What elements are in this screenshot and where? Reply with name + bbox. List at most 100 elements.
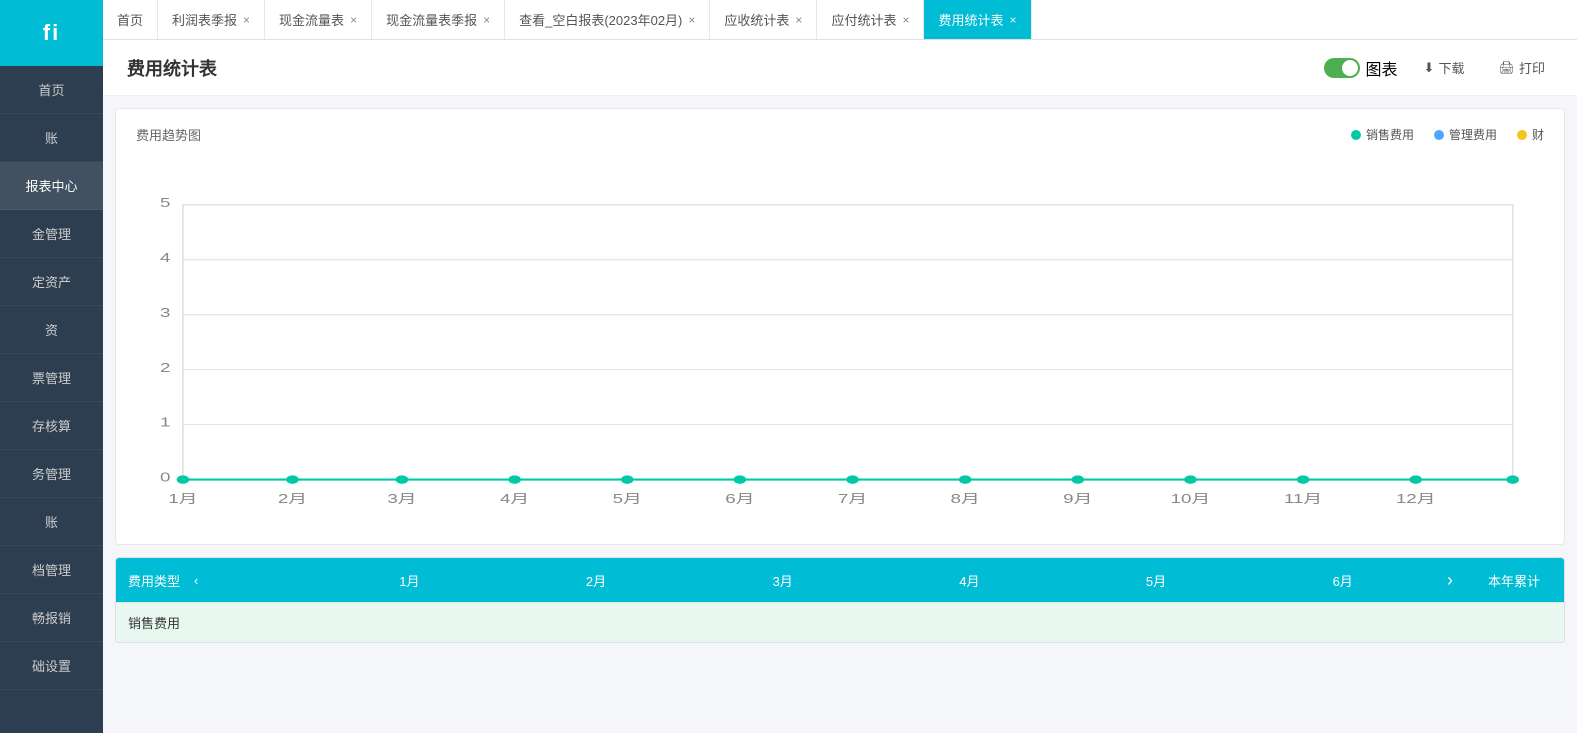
tab-label: 现金流量表季报 (386, 10, 477, 29)
tab-label: 查看_空白报表(2023年02月) (519, 10, 682, 29)
download-button[interactable]: ⬇ 下载 (1416, 54, 1473, 81)
tab-label: 应收统计表 (724, 10, 789, 29)
svg-text:5月: 5月 (613, 492, 642, 506)
tab-home[interactable]: 首页 (103, 0, 158, 40)
svg-text:6月: 6月 (725, 492, 754, 506)
sidebar-item-reimbursement[interactable]: 畅报销 (0, 594, 103, 642)
tab-bar: 首页 利润表季报 × 现金流量表 × 现金流量表季报 × 查看_空白报表(202… (103, 0, 1577, 40)
close-icon[interactable]: × (483, 13, 490, 27)
legend-dot-admin (1434, 130, 1444, 140)
th-month-6: 6月 (1249, 571, 1436, 590)
download-icon: ⬇ (1424, 60, 1435, 76)
close-icon[interactable]: × (1009, 13, 1016, 27)
sidebar-item-affairs[interactable]: 务管理 (0, 450, 103, 498)
svg-text:2: 2 (160, 361, 171, 375)
sidebar-item-settings[interactable]: 础设置 (0, 642, 103, 690)
print-label: 打印 (1519, 58, 1545, 77)
tab-label: 现金流量表 (279, 10, 344, 29)
th-cumul: 本年累计 (1464, 571, 1564, 590)
close-icon[interactable]: × (688, 13, 695, 27)
tab-cashflow[interactable]: 现金流量表 × (265, 0, 372, 40)
line-chart-svg: 0 1 2 3 4 5 (136, 154, 1544, 524)
th-nav-prev[interactable]: ‹ (194, 573, 198, 588)
sidebar-item-assets[interactable]: 定资产 (0, 258, 103, 306)
sidebar-item-account[interactable]: 账 (0, 498, 103, 546)
sidebar-item-resources[interactable]: 资 (0, 306, 103, 354)
tab-label: 利润表季报 (172, 10, 237, 29)
chart-header: 费用趋势图 销售费用 管理费用 财 (136, 125, 1544, 144)
svg-text:9月: 9月 (1063, 492, 1092, 506)
sidebar-item-home[interactable]: 首页 (0, 66, 103, 114)
close-icon[interactable]: × (243, 13, 250, 27)
th-month-2: 2月 (503, 571, 690, 590)
sidebar-item-invoices[interactable]: 票管理 (0, 354, 103, 402)
main-area: 首页 利润表季报 × 现金流量表 × 现金流量表季报 × 查看_空白报表(202… (103, 0, 1577, 733)
sidebar-item-reports[interactable]: 报表中心 (0, 162, 103, 210)
sidebar-item-ledger[interactable]: 账 (0, 114, 103, 162)
chart-title: 费用趋势图 (136, 125, 201, 144)
chart-toggle-label: 图表 (1366, 56, 1398, 80)
td-type-sales: 销售费用 (116, 613, 316, 632)
svg-text:1月: 1月 (168, 492, 197, 506)
legend-dot-finance (1517, 130, 1527, 140)
th-type: 费用类型 ‹ (116, 571, 316, 590)
th-month-3: 3月 (689, 571, 876, 590)
legend-finance-label: 财 (1532, 126, 1544, 143)
svg-text:5: 5 (160, 196, 171, 210)
svg-text:4: 4 (160, 251, 171, 265)
legend-sales-label: 销售费用 (1366, 126, 1414, 143)
close-icon[interactable]: × (795, 13, 802, 27)
tab-blank-report[interactable]: 查看_空白报表(2023年02月) × (505, 0, 710, 40)
tab-label: 应付统计表 (831, 10, 896, 29)
svg-text:12月: 12月 (1396, 492, 1436, 506)
download-label: 下载 (1438, 58, 1464, 77)
legend-finance: 财 (1517, 126, 1544, 143)
chart-section: 费用趋势图 销售费用 管理费用 财 (115, 108, 1565, 545)
print-icon: 🖨 (1498, 60, 1515, 76)
page-title: 费用统计表 (127, 55, 217, 81)
legend-admin-label: 管理费用 (1449, 126, 1497, 143)
legend-dot-sales (1351, 130, 1361, 140)
th-type-label: 费用类型 (128, 571, 180, 590)
svg-text:10月: 10月 (1171, 492, 1211, 506)
legend-admin: 管理费用 (1434, 126, 1497, 143)
chart-container: 0 1 2 3 4 5 (136, 154, 1544, 524)
tab-label: 费用统计表 (938, 10, 1003, 29)
th-nav-next[interactable]: › (1436, 570, 1464, 591)
svg-text:3月: 3月 (387, 492, 416, 506)
svg-text:0: 0 (160, 471, 171, 485)
svg-text:8月: 8月 (951, 492, 980, 506)
page-header: 费用统计表 图表 ⬇ 下载 🖨 打印 (103, 40, 1577, 96)
svg-text:11月: 11月 (1284, 492, 1322, 506)
th-month-4: 4月 (876, 571, 1063, 590)
close-icon[interactable]: × (350, 13, 357, 27)
tab-home-label: 首页 (117, 10, 143, 29)
table-row-sales: 销售费用 (116, 602, 1564, 642)
chart-toggle[interactable] (1324, 58, 1360, 78)
print-button[interactable]: 🖨 打印 (1490, 54, 1553, 81)
tab-receivable[interactable]: 应收统计表 × (710, 0, 817, 40)
tab-expense[interactable]: 费用统计表 × (924, 0, 1031, 40)
sidebar-item-archive[interactable]: 档管理 (0, 546, 103, 594)
sidebar-item-inventory[interactable]: 存核算 (0, 402, 103, 450)
table-header-row: 费用类型 ‹ 1月 2月 3月 4月 5月 6月 › 本年累计 (116, 558, 1564, 602)
close-icon[interactable]: × (902, 13, 909, 27)
sidebar-item-finance[interactable]: 金管理 (0, 210, 103, 258)
expense-table: 费用类型 ‹ 1月 2月 3月 4月 5月 6月 › 本年累计 销售费用 (115, 557, 1565, 643)
svg-text:1: 1 (160, 416, 171, 430)
th-month-5: 5月 (1063, 571, 1250, 590)
content-area: 费用统计表 图表 ⬇ 下载 🖨 打印 费用趋势图 (103, 40, 1577, 733)
legend-sales: 销售费用 (1351, 126, 1414, 143)
tab-cashflow-quarterly[interactable]: 现金流量表季报 × (372, 0, 505, 40)
th-month-1: 1月 (316, 571, 503, 590)
svg-text:3: 3 (160, 306, 171, 320)
sidebar: fi 首页 账 报表中心 金管理 定资产 资 票管理 存核算 务管理 账 档管理… (0, 0, 103, 733)
chart-toggle-wrap: 图表 (1324, 56, 1398, 80)
svg-text:2月: 2月 (278, 492, 307, 506)
tab-profit-quarterly[interactable]: 利润表季报 × (158, 0, 265, 40)
svg-text:7月: 7月 (838, 492, 867, 506)
tab-payable[interactable]: 应付统计表 × (817, 0, 924, 40)
chart-legend: 销售费用 管理费用 财 (1351, 126, 1544, 143)
sidebar-logo: fi (0, 0, 103, 66)
header-actions: 图表 ⬇ 下载 🖨 打印 (1324, 54, 1553, 81)
